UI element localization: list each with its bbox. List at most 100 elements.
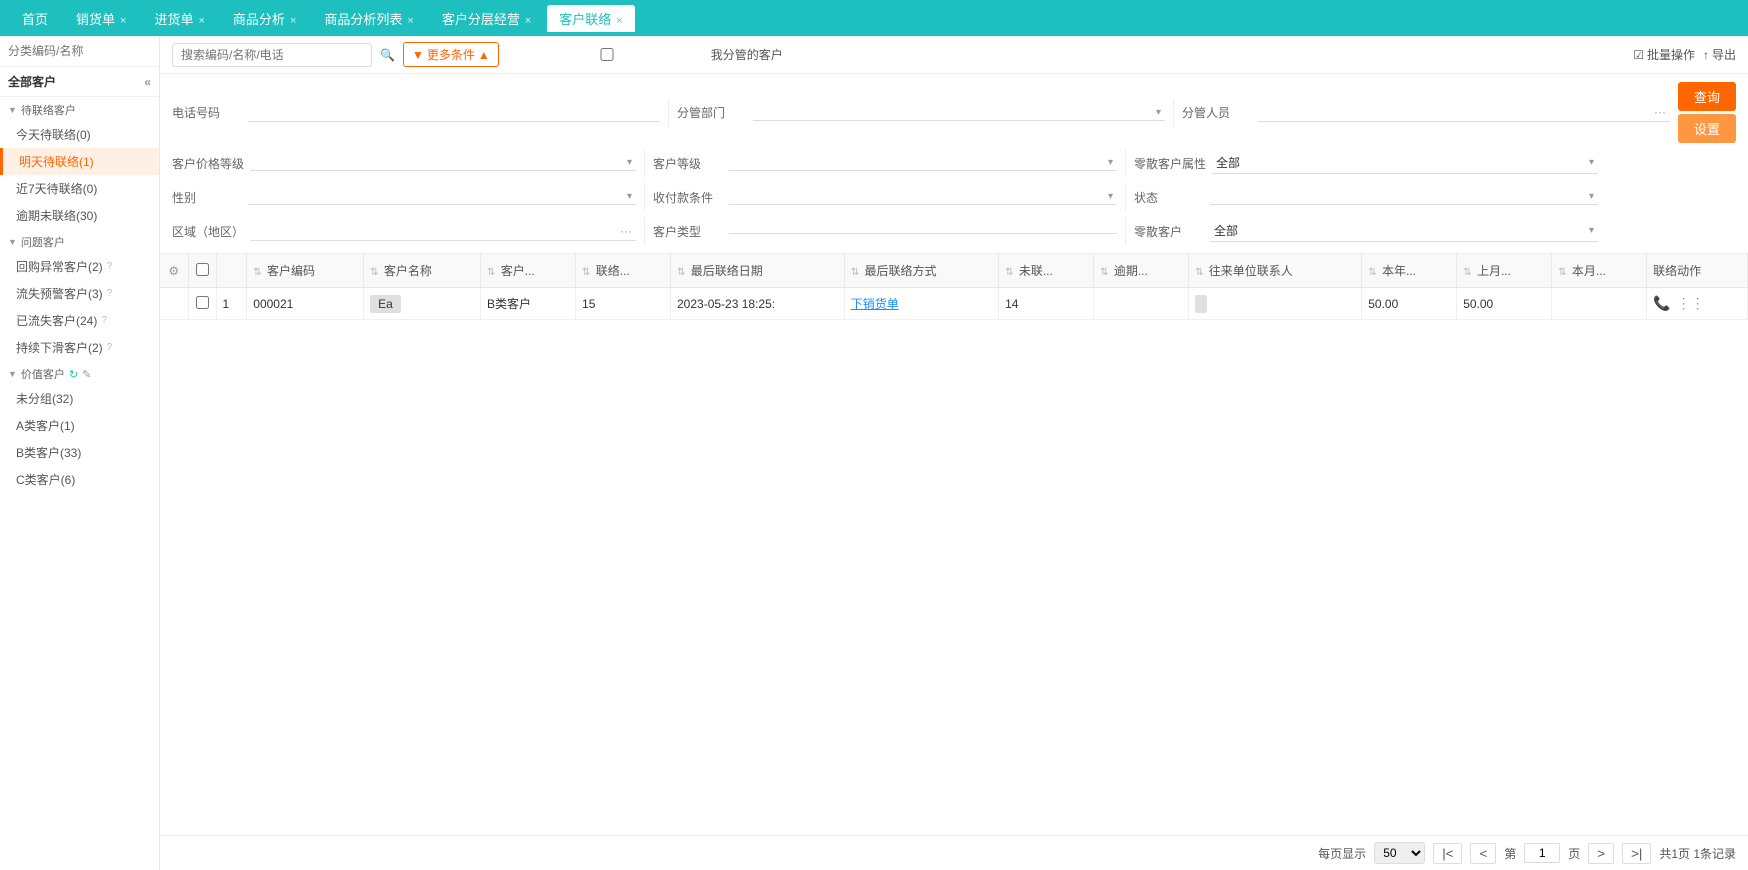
customer-grade-field: 客户等级 ▾ <box>653 155 1117 172</box>
nav-customer-tier[interactable]: 客户分层经营× <box>430 5 543 32</box>
search-icon[interactable]: 🔍 <box>380 48 395 62</box>
row-contact-person-tag <box>1195 295 1207 313</box>
sidebar-item-week-pending[interactable]: 近7天待联络(0) <box>0 175 159 202</box>
row-last-method: 下销货单 <box>844 288 998 320</box>
retail-attr-field: 零散客户属性 全部▾ <box>1134 152 1598 174</box>
sidebar-item-abnormal[interactable]: 回购异常客户(2) ? <box>0 253 159 280</box>
gender-label: 性别 <box>172 189 242 206</box>
phone-action-icon[interactable]: 📞 <box>1653 295 1670 312</box>
row-no: 1 <box>216 288 247 320</box>
collapse-icon[interactable]: « <box>144 75 151 89</box>
retail-attr-label: 零散客户属性 <box>1134 155 1206 172</box>
next-page-btn[interactable]: > <box>1588 843 1614 864</box>
first-page-btn[interactable]: |< <box>1433 843 1462 864</box>
my-customers-check[interactable] <box>507 48 707 61</box>
status-field: 状态 ▾ <box>1134 189 1598 206</box>
sidebar-item-tomorrow-pending[interactable]: 明天待联络(1) <box>0 148 159 175</box>
row-name: Ea <box>364 288 481 320</box>
sidebar-item-c-class[interactable]: C类客户(6) <box>0 466 159 493</box>
adv-filter-panel: 电话号码 分管部门 ▾ 分管人员 ··· <box>160 74 1748 254</box>
customer-grade-label: 客户等级 <box>653 155 723 172</box>
nav-sales[interactable]: 销货单× <box>64 5 138 32</box>
sidebar-item-today-pending[interactable]: 今天待联络(0) <box>0 121 159 148</box>
row-last-method-link[interactable]: 下销货单 <box>851 297 899 311</box>
all-customers-title: 全部客户 « <box>0 67 159 97</box>
sidebar-search-area: 🔍 <box>0 36 159 67</box>
price-grade-select[interactable]: ▾ <box>250 155 636 171</box>
nav-product-analysis-list[interactable]: 商品分析列表× <box>312 5 425 32</box>
retail-customer-select[interactable]: 全部▾ <box>1210 220 1598 242</box>
nav-product-analysis[interactable]: 商品分析× <box>221 5 308 32</box>
gender-select[interactable]: ▾ <box>248 189 636 205</box>
sidebar-item-overdue-pending[interactable]: 逾期未联络(30) <box>0 202 159 229</box>
dept-field: 分管部门 ▾ <box>677 104 1165 121</box>
row-this-month <box>1552 288 1647 320</box>
more-action-icon[interactable]: ⋮⋮ <box>1677 295 1705 312</box>
edit-value-icon[interactable]: ✎ <box>82 368 91 381</box>
person-label: 分管人员 <box>1182 104 1252 121</box>
help-icon-churn: ? <box>107 288 113 299</box>
row-code: 000021 <box>247 288 364 320</box>
person-select[interactable]: ··· <box>1258 103 1670 122</box>
settings-col[interactable]: ⚙ <box>160 254 188 288</box>
table-area: ⚙ ⇅ 客户编码 ⇅ 客户名称 ⇅ 客户... <box>160 254 1748 835</box>
nav-home[interactable]: 首页 <box>10 5 60 32</box>
more-conditions-btn[interactable]: ▼ 更多条件 ▲ <box>403 42 499 67</box>
phone-input[interactable] <box>248 103 660 122</box>
sidebar-item-b-class[interactable]: B类客户(33) <box>0 439 159 466</box>
prev-page-btn[interactable]: < <box>1470 843 1496 864</box>
sidebar-search-input[interactable] <box>8 44 160 58</box>
select-all-checkbox[interactable] <box>196 263 209 276</box>
customer-type-select[interactable] <box>729 229 1117 234</box>
dept-select[interactable]: ▾ <box>753 105 1165 121</box>
row-overdue <box>1094 288 1189 320</box>
row-contact-person <box>1189 288 1362 320</box>
content-area: 🔍 ▼ 更多条件 ▲ 我分管的客户 ☑ 批量操作 ↑ 导出 <box>160 36 1748 870</box>
area-label: 区域（地区） <box>172 223 244 240</box>
col-last-contact-method: ⇅ 最后联络方式 <box>844 254 998 288</box>
row-checkbox <box>188 288 216 320</box>
page-suffix: 页 <box>1568 845 1580 862</box>
sidebar-item-declining[interactable]: 持续下滑客户(2) ? <box>0 334 159 361</box>
row-last-month: 50.00 <box>1457 288 1552 320</box>
query-btn[interactable]: 查询 <box>1678 82 1736 111</box>
table-row: 1 000021 Ea B类客户 15 2023-05-23 18:25: 下销… <box>160 288 1748 320</box>
nav-purchase[interactable]: 进货单× <box>142 5 216 32</box>
retail-attr-select[interactable]: 全部▾ <box>1212 152 1598 174</box>
per-page-label: 每页显示 <box>1318 845 1366 862</box>
help-icon-lost: ? <box>101 315 107 326</box>
refresh-value-icon[interactable]: ↻ <box>69 368 78 381</box>
col-contact-person: ⇅ 往来单位联系人 <box>1189 254 1362 288</box>
col-this-year: ⇅ 本年... <box>1362 254 1457 288</box>
set-btn[interactable]: 设置 <box>1678 114 1736 143</box>
adv-filter-row-4: 区域（地区） ··· 客户类型 零散客户 全部▾ <box>172 217 1736 245</box>
page-input[interactable] <box>1524 843 1560 863</box>
sidebar-item-a-class[interactable]: A类客户(1) <box>0 412 159 439</box>
per-page-select[interactable]: 50 100 200 <box>1374 842 1425 864</box>
status-select[interactable]: ▾ <box>1210 189 1598 205</box>
row-last-date: 2023-05-23 18:25: <box>671 288 845 320</box>
row-select-checkbox[interactable] <box>196 296 209 309</box>
person-field: 分管人员 ··· <box>1182 103 1670 122</box>
batch-op-btn[interactable]: ☑ 批量操作 <box>1633 46 1695 63</box>
nav-customer-contact[interactable]: 客户联络× <box>547 5 634 32</box>
search-input[interactable] <box>172 43 372 67</box>
row-type: B类客户 <box>481 288 576 320</box>
area-select[interactable]: ··· <box>250 222 636 241</box>
export-btn[interactable]: ↑ 导出 <box>1703 46 1736 63</box>
customer-type-label: 客户类型 <box>653 223 723 240</box>
col-this-month: ⇅ 本月... <box>1552 254 1647 288</box>
retail-customer-field: 零散客户 全部▾ <box>1134 220 1598 242</box>
payment-label: 收付款条件 <box>653 189 723 206</box>
col-last-contact-date: ⇅ 最后联络日期 <box>671 254 845 288</box>
row-this-year: 50.00 <box>1362 288 1457 320</box>
last-page-btn[interactable]: >| <box>1622 843 1651 864</box>
customer-grade-select[interactable]: ▾ <box>729 155 1117 171</box>
sidebar-item-lost[interactable]: 已流失客户(24) ? <box>0 307 159 334</box>
sidebar-item-ungrouped[interactable]: 未分组(32) <box>0 385 159 412</box>
payment-select[interactable]: ▾ <box>729 189 1117 205</box>
sidebar-item-churn-warning[interactable]: 流失预警客户(3) ? <box>0 280 159 307</box>
row-gear <box>160 288 188 320</box>
adv-filter-row-2: 客户价格等级 ▾ 客户等级 ▾ 零散客户属性 全部▾ <box>172 149 1736 177</box>
my-customers-checkbox[interactable]: 我分管的客户 <box>507 46 783 63</box>
